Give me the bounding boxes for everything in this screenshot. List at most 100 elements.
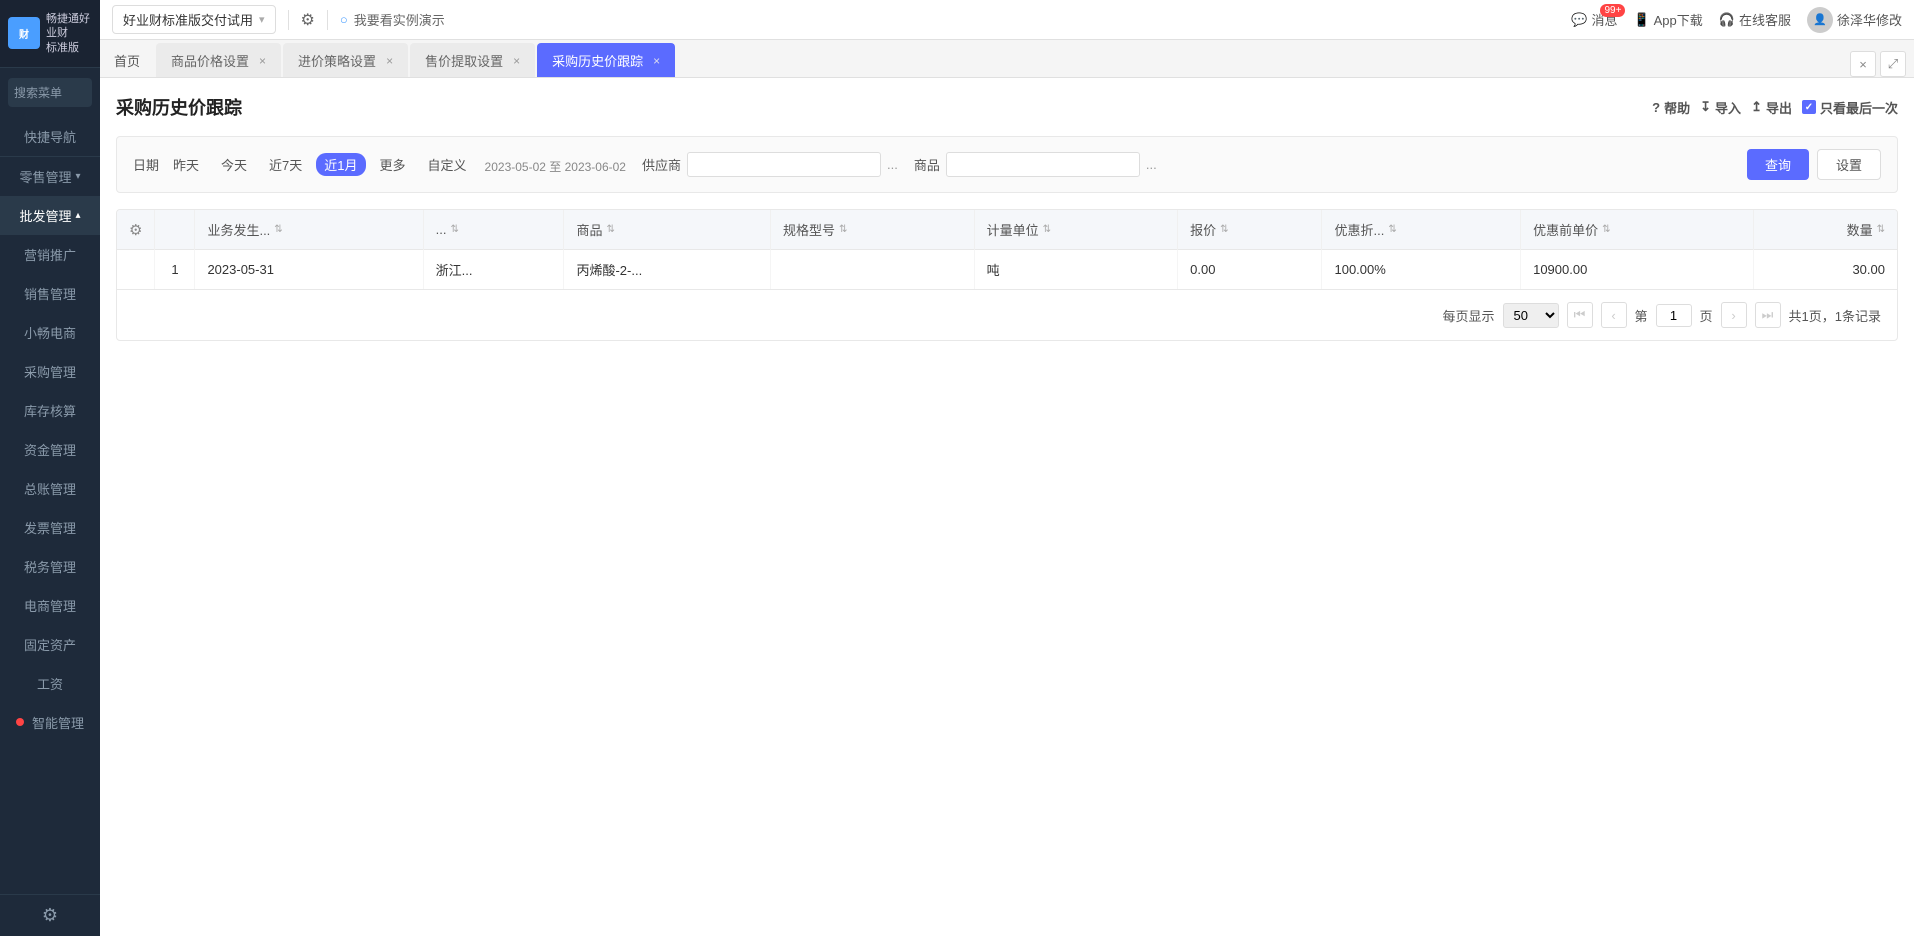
headset-icon: 🎧 — [1719, 12, 1735, 28]
col-header-discount[interactable]: 优惠折... ⇅ — [1322, 210, 1521, 250]
supplier-dots[interactable]: ... — [887, 157, 898, 172]
tab-purchase-history[interactable]: 采购历史价跟踪 × — [537, 43, 675, 77]
edition-selector[interactable]: 好业财标准版交付试用 ▾ — [112, 5, 276, 34]
row-quantity-cell: 30.00 — [1754, 250, 1897, 290]
date-filter: 日期 昨天 今天 近7天 近1月 更多 自定义 2023-05-02 至 202… — [133, 153, 626, 176]
sidebar-item-inventory[interactable]: 库存核算 — [0, 391, 100, 430]
demo-link[interactable]: ○ 我要看实例演示 — [340, 10, 445, 29]
online-service-button[interactable]: 🎧 在线客服 — [1719, 10, 1791, 29]
sidebar-item-purchase[interactable]: 采购管理 — [0, 352, 100, 391]
app-download-button[interactable]: 📱 App下载 — [1633, 10, 1702, 29]
date-options: 昨天 今天 近7天 近1月 更多 自定义 — [165, 153, 475, 176]
tabbar: 首页 商品价格设置 × 进价策略设置 × 售价提取设置 × 采购历史价跟踪 × … — [100, 40, 1914, 78]
only-last-checkbox-label[interactable]: ✓ 只看最后一次 — [1802, 98, 1898, 117]
col-header-date[interactable]: 业务发生... ⇅ — [195, 210, 423, 250]
sidebar-item-quick-nav[interactable]: 快捷导航 — [0, 117, 100, 156]
tab-close-purchase-strategy[interactable]: × — [386, 54, 393, 68]
tab-close-product-price[interactable]: × — [259, 54, 266, 68]
tab-maximize-button[interactable]: ⤢ — [1880, 51, 1906, 77]
table-row[interactable]: 1 2023-05-31 浙江... 丙烯酸-2-... 吨 0.00 100.… — [117, 250, 1897, 290]
supplier-filter: 供应商 ... — [642, 152, 898, 177]
only-last-checkbox[interactable]: ✓ — [1802, 100, 1816, 114]
sidebar-item-invoice[interactable]: 发票管理 — [0, 508, 100, 547]
row-product-cell: 丙烯酸-2-... — [564, 250, 771, 290]
user-menu[interactable]: 👤 徐泽华修改 — [1807, 7, 1902, 33]
table-settings-icon[interactable]: ⚙ — [129, 222, 142, 239]
sidebar-settings-icon[interactable]: ⚙ — [42, 905, 58, 925]
col-header-product[interactable]: 商品 ⇅ — [564, 210, 771, 250]
sidebar-item-salary[interactable]: 工资 — [0, 664, 100, 703]
import-button[interactable]: ↧ 导入 — [1700, 98, 1741, 117]
help-link[interactable]: ? 帮助 — [1652, 98, 1690, 117]
product-input[interactable] — [946, 152, 1140, 177]
date-option-custom[interactable]: 自定义 — [420, 153, 475, 176]
col-header-quantity[interactable]: 数量 ⇅ — [1754, 210, 1897, 250]
col-header-before-discount[interactable]: 优惠前单价 ⇅ — [1521, 210, 1754, 250]
col-header-num — [155, 210, 195, 250]
tab-product-price[interactable]: 商品价格设置 × — [156, 43, 281, 77]
sidebar-search-area[interactable]: 搜索菜单 — [0, 68, 100, 117]
sidebar-item-finance[interactable]: 资金管理 — [0, 430, 100, 469]
smart-dot-indicator — [16, 718, 24, 726]
content-area: 采购历史价跟踪 ? 帮助 ↧ 导入 ↥ 导出 ✓ 只看最后一次 — [100, 78, 1914, 936]
sidebar-item-tax[interactable]: 税务管理 — [0, 547, 100, 586]
tab-close-all-button[interactable]: × — [1850, 51, 1876, 77]
sidebar: 财 畅捷通好业财 标准版 搜索菜单 快捷导航 零售管理 ▾ 批发管理 ▴ 营销推… — [0, 0, 100, 936]
sidebar-item-marketing[interactable]: 营销推广 — [0, 235, 100, 274]
chevron-down-icon: ▾ — [75, 171, 80, 182]
sidebar-item-ecommerce-small[interactable]: 小畅电商 — [0, 313, 100, 352]
tab-home[interactable]: 首页 — [100, 43, 154, 77]
sort-icon-dots: ⇅ — [451, 224, 459, 235]
sort-icon-quantity: ⇅ — [1877, 224, 1885, 235]
date-option-7days[interactable]: 近7天 — [261, 153, 310, 176]
sidebar-item-accounting[interactable]: 总账管理 — [0, 469, 100, 508]
col-header-dots[interactable]: ... ⇅ — [423, 210, 564, 250]
page-first-button[interactable]: ⏮ — [1567, 302, 1593, 328]
page-prev-button[interactable]: ‹ — [1601, 302, 1627, 328]
row-supplier-cell: 浙江... — [423, 250, 564, 290]
supplier-input[interactable] — [687, 152, 881, 177]
date-option-today[interactable]: 今天 — [213, 153, 255, 176]
search-menu-button[interactable]: 搜索菜单 — [8, 78, 92, 107]
sidebar-item-assets[interactable]: 固定资产 — [0, 625, 100, 664]
row-unit-cell: 吨 — [974, 250, 1178, 290]
avatar: 👤 — [1807, 7, 1833, 33]
topbar-settings-icon[interactable]: ⚙ — [301, 10, 315, 30]
row-price-cell: 0.00 — [1178, 250, 1322, 290]
pagination: 每页显示 50 20 100 200 ⏮ ‹ 第 页 › ⏭ 共1页，1条记录 — [117, 289, 1897, 340]
col-header-spec[interactable]: 规格型号 ⇅ — [771, 210, 975, 250]
tab-close-sale-price[interactable]: × — [513, 54, 520, 68]
row-discount-cell: 100.00% — [1322, 250, 1521, 290]
per-page-select[interactable]: 50 20 100 200 — [1503, 303, 1559, 328]
product-filter-label: 商品 — [914, 155, 940, 174]
sidebar-item-sales[interactable]: 销售管理 — [0, 274, 100, 313]
export-button[interactable]: ↥ 导出 — [1751, 98, 1792, 117]
sidebar-item-retail[interactable]: 零售管理 ▾ — [0, 157, 100, 196]
query-button[interactable]: 查询 — [1747, 149, 1809, 180]
tab-close-purchase-history[interactable]: × — [653, 54, 660, 68]
sort-icon-discount: ⇅ — [1388, 224, 1396, 235]
sidebar-item-wholesale[interactable]: 批发管理 ▴ — [0, 196, 100, 235]
product-dots[interactable]: ... — [1146, 157, 1157, 172]
sidebar-item-ecommerce[interactable]: 电商管理 — [0, 586, 100, 625]
page-title-text: 采购历史价跟踪 — [116, 94, 242, 120]
messages-button[interactable]: 💬 消息 99+ — [1571, 10, 1617, 29]
date-option-1month[interactable]: 近1月 — [316, 153, 365, 176]
date-option-more[interactable]: 更多 — [372, 153, 414, 176]
page-header: 采购历史价跟踪 ? 帮助 ↧ 导入 ↥ 导出 ✓ 只看最后一次 — [116, 94, 1898, 120]
topbar: 好业财标准版交付试用 ▾ ⚙ ○ 我要看实例演示 💬 消息 99+ 📱 App下… — [100, 0, 1914, 40]
sidebar-item-smart[interactable]: 智能管理 — [0, 703, 100, 742]
tab-sale-price[interactable]: 售价提取设置 × — [410, 43, 535, 77]
page-last-button[interactable]: ⏭ — [1755, 302, 1781, 328]
col-header-price[interactable]: 报价 ⇅ — [1178, 210, 1322, 250]
settings-button[interactable]: 设置 — [1817, 149, 1881, 180]
page-number-input[interactable] — [1656, 304, 1692, 327]
date-option-yesterday[interactable]: 昨天 — [165, 153, 207, 176]
col-header-unit[interactable]: 计量单位 ⇅ — [974, 210, 1178, 250]
messages-badge: 99+ — [1600, 4, 1625, 17]
page-next-button[interactable]: › — [1721, 302, 1747, 328]
message-icon: 💬 — [1571, 12, 1587, 28]
chevron-up-icon: ▴ — [75, 210, 80, 221]
tab-purchase-strategy[interactable]: 进价策略设置 × — [283, 43, 408, 77]
table-header-row: ⚙ 业务发生... ⇅ ... ⇅ — [117, 210, 1897, 250]
